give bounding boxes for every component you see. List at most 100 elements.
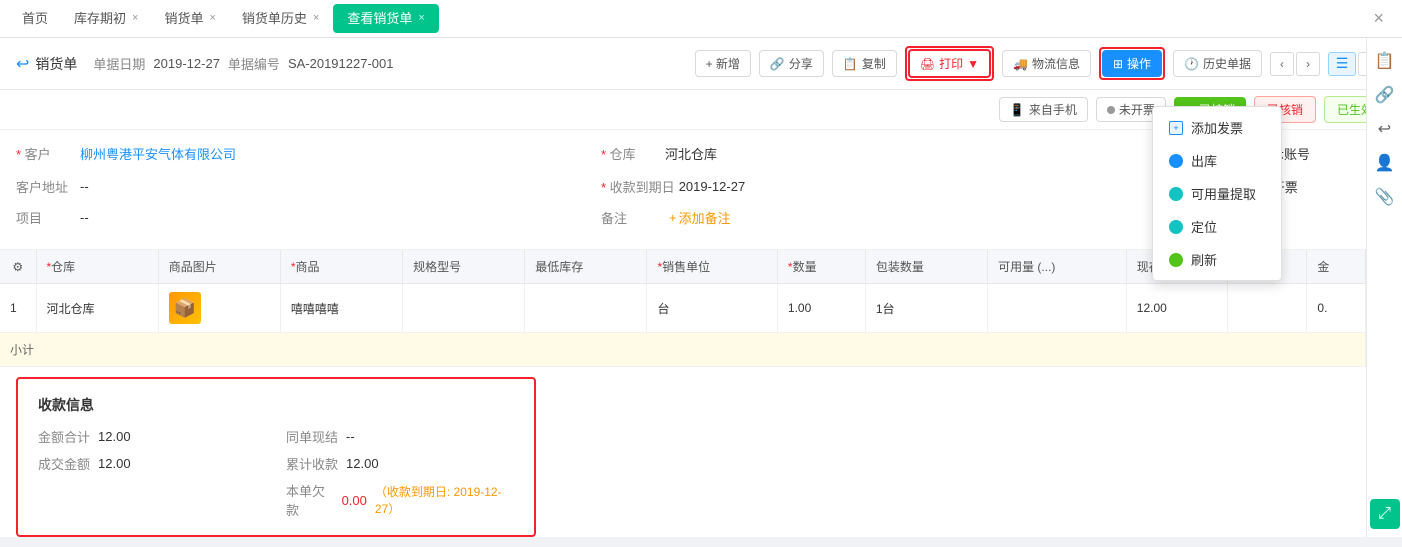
td-quantity: 1.00 bbox=[777, 284, 865, 333]
sidebar-icon-expand[interactable]: ⤢ bbox=[1370, 499, 1400, 529]
nav-arrows: ‹ › bbox=[1270, 52, 1320, 76]
phone-icon: 📱 bbox=[1010, 103, 1025, 117]
sidebar-icon-user[interactable]: 👤 bbox=[1370, 148, 1400, 178]
payment-date-value: 2019-12-27 bbox=[675, 177, 750, 196]
customer-value[interactable]: 柳州粤港平安气体有限公司 bbox=[76, 142, 240, 165]
tab-sales-history[interactable]: 销货单历史 × bbox=[230, 2, 331, 35]
refresh-label: 刷新 bbox=[1191, 250, 1217, 269]
due-note: （收款到期日: 2019-12-27） bbox=[375, 483, 514, 517]
project-label: 项目 bbox=[16, 208, 76, 227]
add-note-icon: + bbox=[669, 210, 677, 225]
print-label: 打印 bbox=[939, 55, 963, 72]
address-value: -- bbox=[76, 177, 93, 196]
tab-sales-label: 销货单 bbox=[164, 8, 203, 27]
td-current-stock: 12.00 bbox=[1126, 284, 1227, 333]
cumulative-label: 累计收款 bbox=[286, 454, 338, 473]
note-label: 备注 bbox=[601, 208, 661, 227]
copy-button[interactable]: 📋 复制 bbox=[832, 50, 897, 77]
next-arrow[interactable]: › bbox=[1296, 52, 1320, 76]
menu-item-locate[interactable]: 定位 bbox=[1153, 210, 1281, 243]
not-open-dot bbox=[1107, 106, 1115, 114]
operations-dropdown: + 添加发票 出库 可用量提取 定位 刷新 bbox=[1152, 106, 1282, 281]
th-product-img: 商品图片 bbox=[158, 250, 280, 284]
prev-arrow[interactable]: ‹ bbox=[1270, 52, 1294, 76]
project-field: 项目 -- bbox=[16, 208, 601, 227]
print-icon: 🖨 bbox=[920, 57, 935, 71]
add-invoice-label: 添加发票 bbox=[1191, 118, 1243, 137]
doc-meta-section: 单据日期 2019-12-27 单据编号 SA-20191227-001 bbox=[93, 54, 393, 73]
transaction-label: 成交金额 bbox=[38, 454, 90, 473]
doc-date-value: 2019-12-27 bbox=[153, 56, 220, 71]
window-close-button[interactable]: × bbox=[1365, 8, 1392, 29]
operations-button[interactable]: ⊞ 操作 bbox=[1102, 50, 1162, 77]
print-highlight-border: 🖨 打印 ▼ bbox=[905, 46, 994, 81]
td-amount: 0. bbox=[1307, 284, 1366, 333]
address-field: 客户地址 -- bbox=[16, 177, 601, 196]
td-warehouse: 河北仓库 bbox=[36, 284, 158, 333]
tab-sales-history-close[interactable]: × bbox=[313, 12, 319, 24]
doc-actions: + 新增 🔗 分享 📋 复制 🖨 打印 ▼ 🚚 bbox=[695, 46, 1386, 81]
history-label: 历史单据 bbox=[1203, 55, 1251, 72]
tab-inventory[interactable]: 库存期初 × bbox=[62, 2, 150, 35]
outbound-icon bbox=[1169, 154, 1183, 168]
history-button[interactable]: 🕐 历史单据 bbox=[1173, 50, 1262, 77]
menu-item-available-qty[interactable]: 可用量提取 bbox=[1153, 177, 1281, 210]
add-note-label: 添加备注 bbox=[679, 208, 731, 227]
share-icon: 🔗 bbox=[770, 57, 785, 71]
share-button[interactable]: 🔗 分享 bbox=[759, 50, 824, 77]
payment-date-label: 收款到期日 bbox=[601, 177, 675, 196]
tab-sales[interactable]: 销货单 × bbox=[152, 2, 227, 35]
from-phone-button[interactable]: 📱 来自手机 bbox=[999, 97, 1088, 122]
right-sidebar: 📋 🔗 ↩ 👤 📎 ⤢ bbox=[1366, 38, 1402, 537]
product-image: 📦 bbox=[169, 292, 201, 324]
history-icon: 🕐 bbox=[1184, 57, 1199, 71]
payment-total: 金额合计 12.00 bbox=[38, 427, 266, 446]
th-model: 规格型号 bbox=[403, 250, 525, 284]
customer-label: 客户 bbox=[16, 144, 76, 163]
customer-field: 客户 柳州粤港平安气体有限公司 bbox=[16, 142, 601, 165]
logistics-label: 物流信息 bbox=[1032, 55, 1080, 72]
menu-item-refresh[interactable]: 刷新 bbox=[1153, 243, 1281, 276]
doc-title-icon: ↩ bbox=[16, 54, 29, 74]
list-view-icon[interactable]: ☰ bbox=[1328, 52, 1356, 76]
tab-view-sales-label: 查看销货单 bbox=[347, 8, 412, 27]
warehouse-value: 河北仓库 bbox=[661, 142, 721, 165]
tab-sales-history-label: 销货单历史 bbox=[242, 8, 307, 27]
tab-view-sales-close[interactable]: × bbox=[418, 12, 424, 24]
td-product-img: 📦 bbox=[158, 284, 280, 333]
sidebar-icon-link[interactable]: 🔗 bbox=[1370, 80, 1400, 110]
th-pack-qty: 包装数量 bbox=[865, 250, 987, 284]
payment-info-box: 收款信息 金额合计 12.00 同单现结 -- 成交金额 12.00 累计收款 … bbox=[16, 377, 536, 537]
tab-view-sales[interactable]: 查看销货单 × bbox=[333, 4, 438, 33]
tab-inventory-close[interactable]: × bbox=[132, 12, 138, 24]
sidebar-icon-clipboard[interactable]: 📋 bbox=[1370, 46, 1400, 76]
not-open-label: 未开票 bbox=[1119, 101, 1155, 118]
refresh-icon bbox=[1169, 253, 1183, 267]
add-note-button[interactable]: + 添加备注 bbox=[669, 208, 731, 227]
th-min-stock: 最低库存 bbox=[525, 250, 647, 284]
tab-home[interactable]: 首页 bbox=[10, 2, 60, 35]
new-button[interactable]: + 新增 bbox=[695, 50, 751, 77]
project-value: -- bbox=[76, 208, 93, 227]
tab-home-label: 首页 bbox=[22, 8, 48, 27]
warehouse-field: 仓库 河北仓库 bbox=[601, 142, 1186, 165]
tab-inventory-label: 库存期初 bbox=[74, 8, 126, 27]
payment-due: 本单欠款 0.00 （收款到期日: 2019-12-27） bbox=[286, 481, 514, 519]
locate-label: 定位 bbox=[1191, 217, 1217, 236]
menu-item-add-invoice[interactable]: + 添加发票 bbox=[1153, 111, 1281, 144]
menu-item-outbound[interactable]: 出库 bbox=[1153, 144, 1281, 177]
payment-total-value: 12.00 bbox=[98, 429, 131, 444]
tab-sales-close[interactable]: × bbox=[209, 12, 215, 24]
th-unit: *销售单位 bbox=[647, 250, 777, 284]
sidebar-icon-attachment[interactable]: 📎 bbox=[1370, 182, 1400, 212]
due-label: 本单欠款 bbox=[286, 481, 334, 519]
th-settings[interactable]: ⚙ bbox=[0, 250, 36, 284]
logistics-button[interactable]: 🚚 物流信息 bbox=[1002, 50, 1091, 77]
sidebar-icon-return[interactable]: ↩ bbox=[1370, 114, 1400, 144]
ops-highlight-border: ⊞ 操作 bbox=[1099, 47, 1165, 80]
td-pack-qty: 1台 bbox=[865, 284, 987, 333]
due-value: 0.00 bbox=[342, 493, 367, 508]
same-order-label: 同单现结 bbox=[286, 427, 338, 446]
print-button[interactable]: 🖨 打印 ▼ bbox=[908, 49, 991, 78]
copy-icon: 📋 bbox=[843, 57, 858, 71]
